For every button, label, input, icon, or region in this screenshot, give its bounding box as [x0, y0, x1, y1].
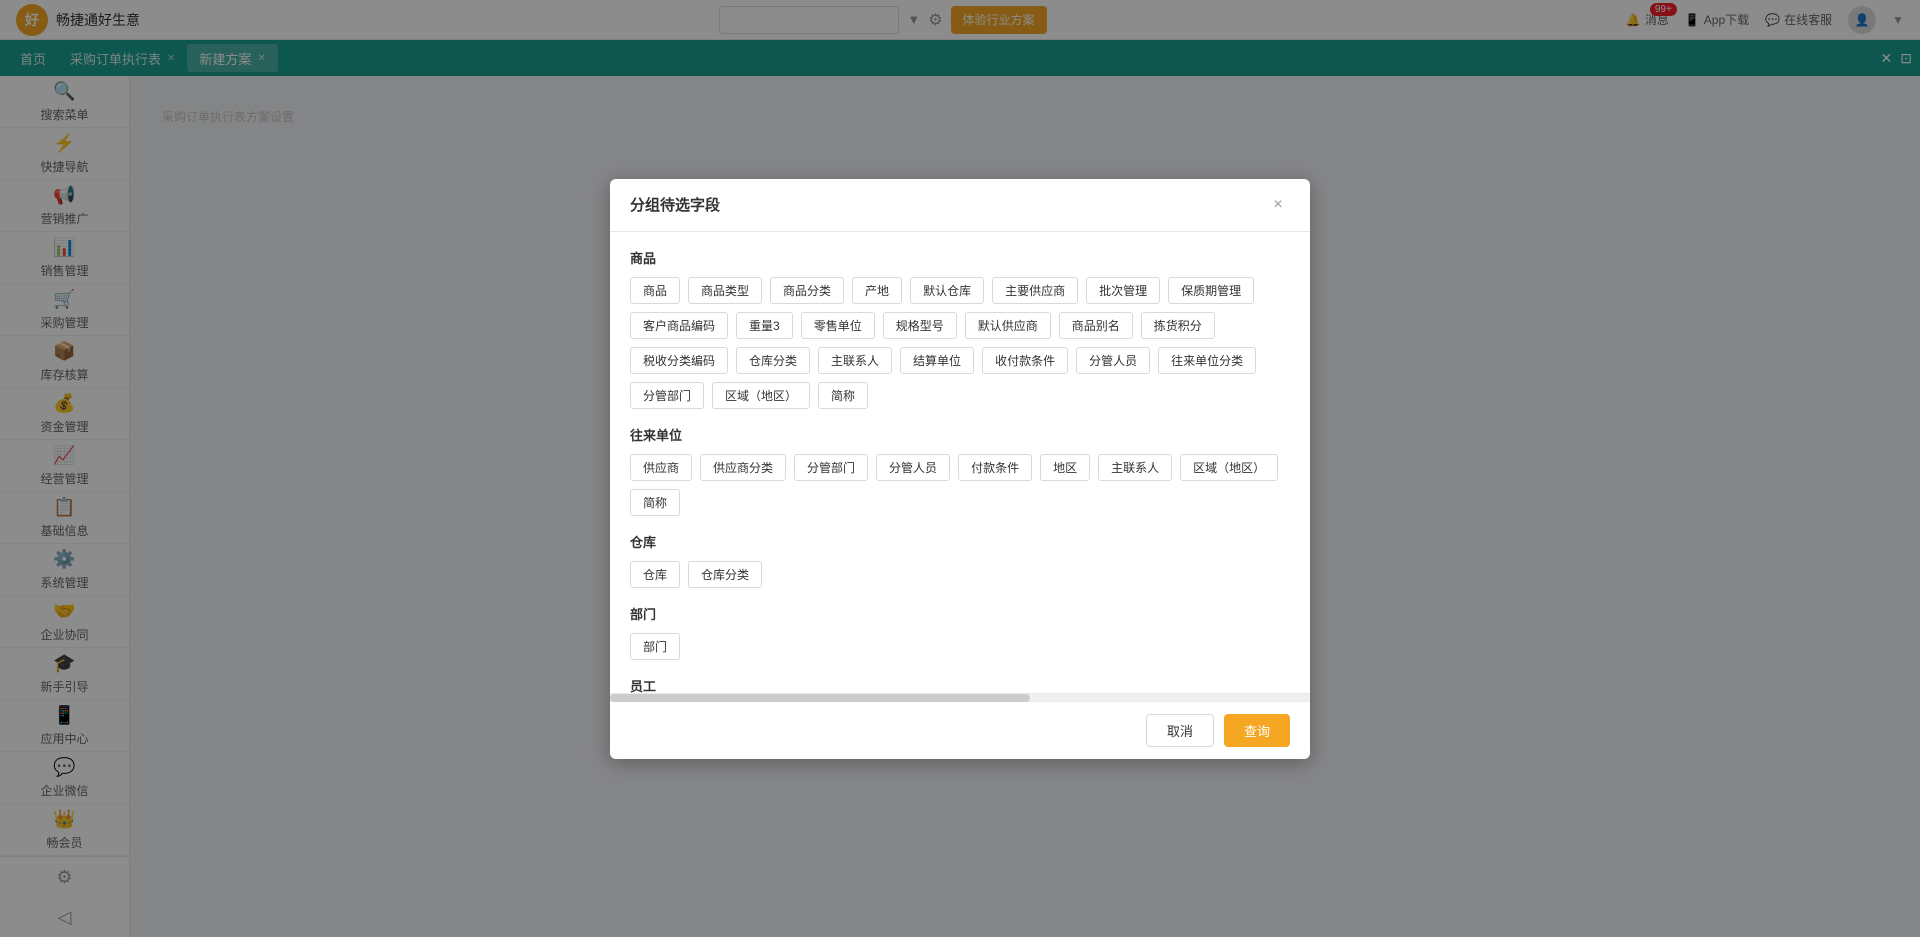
field-tag-supplier[interactable]: 供应商 — [630, 454, 692, 481]
field-tag-partner-category[interactable]: 往来单位分类 — [1158, 347, 1256, 374]
field-tag-default-supplier[interactable]: 默认供应商 — [965, 312, 1051, 339]
modal-close-btn[interactable]: × — [1266, 193, 1290, 217]
modal-body: 商品 商品 商品类型 商品分类 产地 默认仓库 主要供应商 批次管理 保质期管理… — [610, 232, 1310, 693]
field-tag-main-supplier[interactable]: 主要供应商 — [992, 277, 1078, 304]
field-tag-customer-code[interactable]: 客户商品编码 — [630, 312, 728, 339]
field-tag-goods-alias[interactable]: 商品别名 — [1059, 312, 1133, 339]
field-group-warehouse: 仓库 仓库 仓库分类 — [630, 532, 1290, 588]
field-tag-settlement-unit[interactable]: 结算单位 — [900, 347, 974, 374]
field-group-department-title: 部门 — [630, 604, 1290, 623]
field-tag-partner-manager[interactable]: 分管人员 — [876, 454, 950, 481]
field-tag-goods-origin[interactable]: 产地 — [852, 277, 902, 304]
field-tag-batch-mgmt[interactable]: 批次管理 — [1086, 277, 1160, 304]
field-tag-goods-item[interactable]: 商品 — [630, 277, 680, 304]
confirm-btn[interactable]: 查询 — [1224, 714, 1290, 747]
field-tag-expiry-mgmt[interactable]: 保质期管理 — [1168, 277, 1254, 304]
field-tag-manager[interactable]: 分管人员 — [1076, 347, 1150, 374]
field-tag-department[interactable]: 部门 — [630, 633, 680, 660]
field-tag-pick-points[interactable]: 拣货积分 — [1141, 312, 1215, 339]
modal-footer: 取消 查询 — [610, 701, 1310, 759]
field-tag-weight[interactable]: 重量3 — [736, 312, 793, 339]
field-tags-warehouse: 仓库 仓库分类 — [630, 561, 1290, 588]
field-tags-department: 部门 — [630, 633, 1290, 660]
field-group-department: 部门 部门 — [630, 604, 1290, 660]
cancel-btn[interactable]: 取消 — [1146, 714, 1214, 747]
field-group-goods-title: 商品 — [630, 248, 1290, 267]
field-tag-default-warehouse[interactable]: 默认仓库 — [910, 277, 984, 304]
field-tag-region[interactable]: 区域（地区） — [712, 382, 810, 409]
field-tag-partner-contact[interactable]: 主联系人 — [1098, 454, 1172, 481]
modal-horizontal-scrollbar[interactable] — [610, 693, 1310, 701]
field-tag-warehouse[interactable]: 仓库 — [630, 561, 680, 588]
field-tags-goods: 商品 商品类型 商品分类 产地 默认仓库 主要供应商 批次管理 保质期管理 客户… — [630, 277, 1290, 409]
modal-header: 分组待选字段 × — [610, 179, 1310, 232]
field-tag-partner-dept[interactable]: 分管部门 — [794, 454, 868, 481]
field-select-modal: 分组待选字段 × 商品 商品 商品类型 商品分类 产地 默认仓库 主要供应商 批… — [610, 179, 1310, 759]
field-tag-tax-code[interactable]: 税收分类编码 — [630, 347, 728, 374]
field-tag-warehouse-cat[interactable]: 仓库分类 — [688, 561, 762, 588]
field-tag-goods-type[interactable]: 商品类型 — [688, 277, 762, 304]
field-tag-payment-terms[interactable]: 收付款条件 — [982, 347, 1068, 374]
field-tags-partners: 供应商 供应商分类 分管部门 分管人员 付款条件 地区 主联系人 区域（地区） … — [630, 454, 1290, 516]
field-tag-retail-unit[interactable]: 零售单位 — [801, 312, 875, 339]
field-tag-dept[interactable]: 分管部门 — [630, 382, 704, 409]
field-tag-main-contact[interactable]: 主联系人 — [818, 347, 892, 374]
field-group-partners-title: 往来单位 — [630, 425, 1290, 444]
field-tag-warehouse-category[interactable]: 仓库分类 — [736, 347, 810, 374]
field-group-partners: 往来单位 供应商 供应商分类 分管部门 分管人员 付款条件 地区 主联系人 区域… — [630, 425, 1290, 516]
field-tag-partner-region[interactable]: 区域（地区） — [1180, 454, 1278, 481]
field-tag-supplier-category[interactable]: 供应商分类 — [700, 454, 786, 481]
modal-scroll-thumb — [610, 694, 1030, 702]
field-tag-partner-short[interactable]: 简称 — [630, 489, 680, 516]
field-tag-spec-model[interactable]: 规格型号 — [883, 312, 957, 339]
modal-title: 分组待选字段 — [630, 194, 720, 215]
field-tag-area[interactable]: 地区 — [1040, 454, 1090, 481]
field-tag-payment-condition[interactable]: 付款条件 — [958, 454, 1032, 481]
modal-overlay: 分组待选字段 × 商品 商品 商品类型 商品分类 产地 默认仓库 主要供应商 批… — [0, 0, 1920, 937]
field-group-goods: 商品 商品 商品类型 商品分类 产地 默认仓库 主要供应商 批次管理 保质期管理… — [630, 248, 1290, 409]
field-tag-goods-category[interactable]: 商品分类 — [770, 277, 844, 304]
field-group-warehouse-title: 仓库 — [630, 532, 1290, 551]
field-group-employee: 员工 业务员 — [630, 676, 1290, 693]
field-group-employee-title: 员工 — [630, 676, 1290, 693]
field-tag-short-name[interactable]: 简称 — [818, 382, 868, 409]
